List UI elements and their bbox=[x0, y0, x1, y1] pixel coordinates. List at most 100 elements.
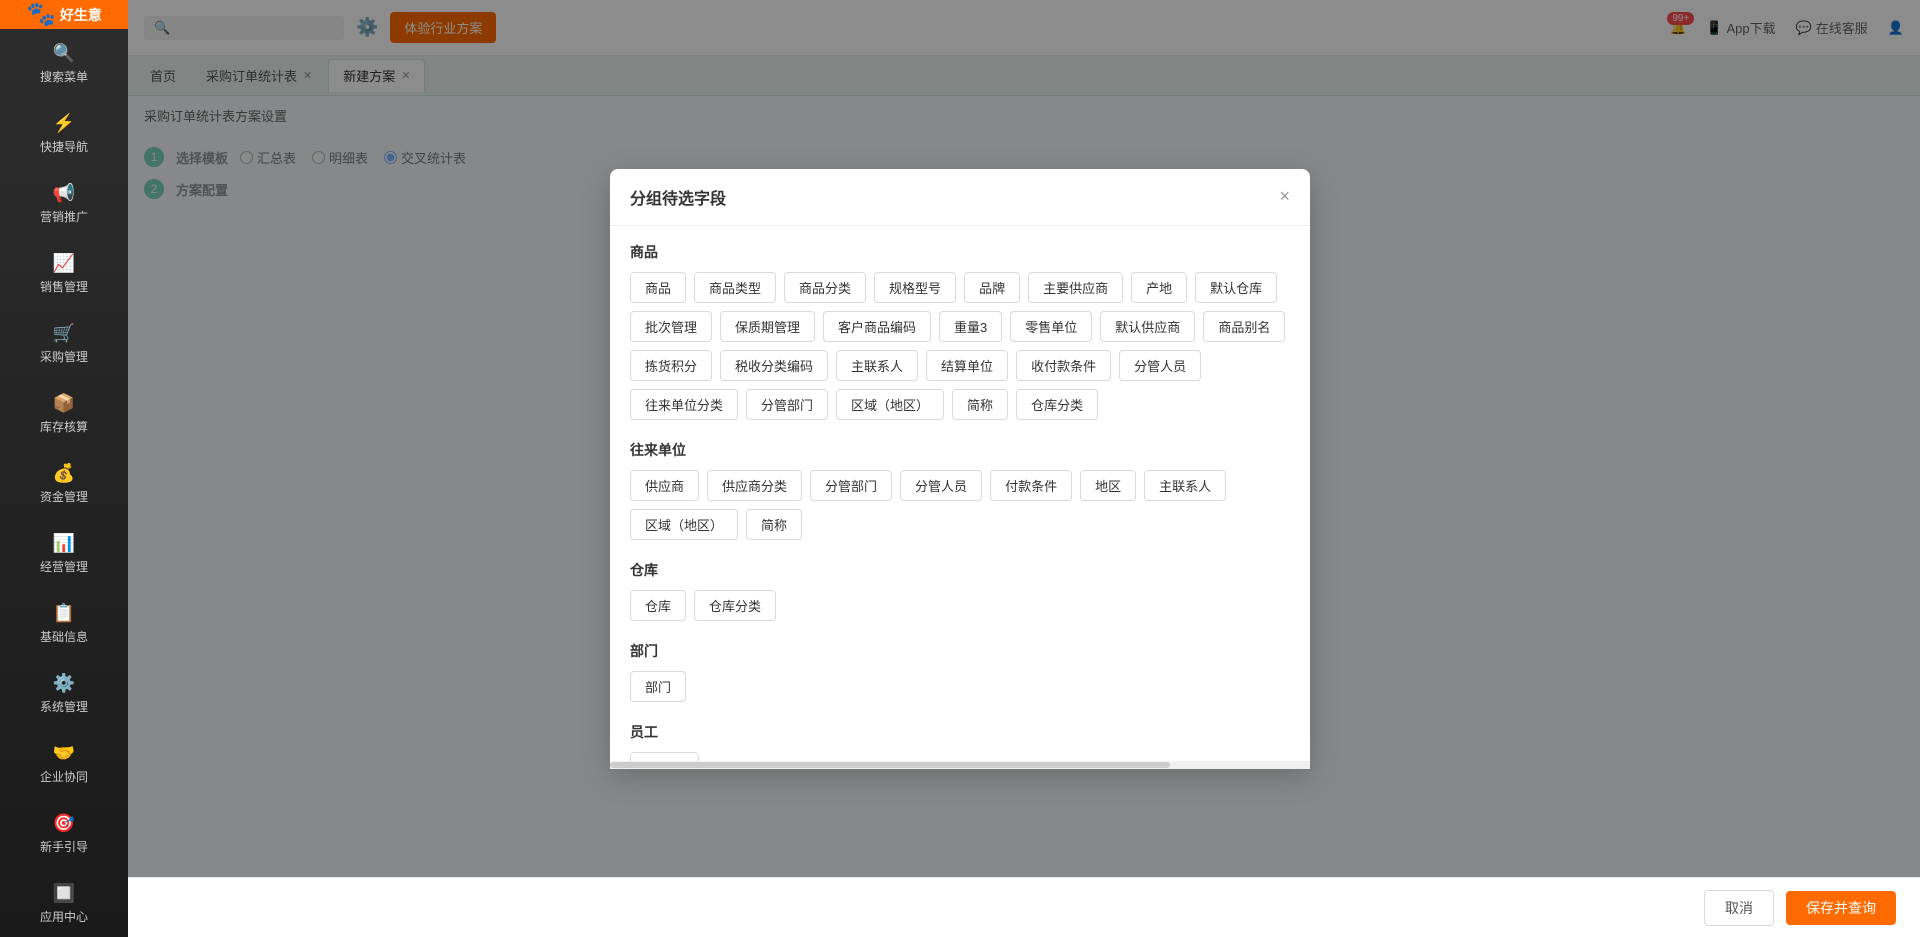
field-chip[interactable]: 仓库 bbox=[630, 590, 686, 621]
sidebar-item-basic[interactable]: 📋 基础信息 bbox=[40, 589, 88, 659]
sidebar-item-sales[interactable]: 📈 销售管理 bbox=[40, 239, 88, 309]
guide-icon: 🎯 bbox=[53, 813, 75, 834]
field-chip[interactable]: 商品别名 bbox=[1203, 311, 1285, 342]
field-chip[interactable]: 往来单位分类 bbox=[630, 389, 738, 420]
sidebar-item-label: 库存核算 bbox=[40, 418, 88, 435]
field-chip[interactable]: 简称 bbox=[952, 389, 1008, 420]
field-chip[interactable]: 重量3 bbox=[939, 311, 1002, 342]
field-chip[interactable]: 商品 bbox=[630, 272, 686, 303]
sidebar-item-enterprise[interactable]: 🤝企业协同 bbox=[40, 729, 88, 799]
section-chips-department: 部门 bbox=[630, 671, 1290, 702]
system-icon: ⚙️ bbox=[53, 673, 75, 694]
field-chip[interactable]: 拣货积分 bbox=[630, 350, 712, 381]
section-product: 商品商品商品类型商品分类规格型号品牌主要供应商产地默认仓库批次管理保质期管理客户… bbox=[630, 242, 1290, 420]
field-chip[interactable]: 区域（地区） bbox=[836, 389, 944, 420]
section-warehouse: 仓库仓库仓库分类 bbox=[630, 560, 1290, 621]
sidebar-item-operation[interactable]: 📊 经营管理 bbox=[40, 519, 88, 589]
field-chip[interactable]: 税收分类编码 bbox=[720, 350, 828, 381]
field-chip[interactable]: 地区 bbox=[1080, 470, 1136, 501]
field-chip[interactable]: 默认供应商 bbox=[1100, 311, 1195, 342]
field-chip[interactable]: 结算单位 bbox=[926, 350, 1008, 381]
field-chip[interactable]: 客户商品编码 bbox=[823, 311, 931, 342]
sidebar-item-label: 新手引导 bbox=[40, 838, 88, 855]
section-chips-employee: 业务员 bbox=[630, 752, 1290, 761]
dialog-body[interactable]: 商品商品商品类型商品分类规格型号品牌主要供应商产地默认仓库批次管理保质期管理客户… bbox=[610, 226, 1310, 761]
finance-icon: 💰 bbox=[53, 463, 75, 484]
sidebar-item-label: 销售管理 bbox=[40, 278, 88, 295]
section-title-employee: 员工 bbox=[630, 722, 1290, 742]
sidebar-item-label: 快捷导航 bbox=[40, 138, 88, 155]
field-chip[interactable]: 业务员 bbox=[630, 752, 699, 761]
field-chip[interactable]: 收付款条件 bbox=[1016, 350, 1111, 381]
field-chip[interactable]: 仓库分类 bbox=[1016, 389, 1098, 420]
field-chip[interactable]: 仓库分类 bbox=[694, 590, 776, 621]
field-chip[interactable]: 供应商分类 bbox=[707, 470, 802, 501]
purchase-icon: 🛒 bbox=[53, 323, 75, 344]
section-partner: 往来单位供应商供应商分类分管部门分管人员付款条件地区主联系人区域（地区）简称 bbox=[630, 440, 1290, 540]
sidebar-item-marketing[interactable]: 📢 营销推广 bbox=[40, 169, 88, 239]
field-chip[interactable]: 部门 bbox=[630, 671, 686, 702]
sidebar-item-guide[interactable]: 🎯 新手引导 bbox=[40, 799, 88, 869]
basic-icon: 📋 bbox=[53, 603, 75, 624]
sidebar-item-label: 资金管理 bbox=[40, 488, 88, 505]
section-chips-product: 商品商品类型商品分类规格型号品牌主要供应商产地默认仓库批次管理保质期管理客户商品… bbox=[630, 272, 1290, 420]
page-footer: 取消 保存并查询 bbox=[128, 877, 1920, 937]
quick-nav-icon: ⚡ bbox=[53, 113, 75, 134]
section-chips-warehouse: 仓库仓库分类 bbox=[630, 590, 1290, 621]
appcenter-icon: 🔲 bbox=[53, 883, 75, 904]
sidebar-item-label: 经营管理 bbox=[40, 558, 88, 575]
field-chip[interactable]: 分管人员 bbox=[1119, 350, 1201, 381]
sidebar-item-label: 搜索菜单 bbox=[40, 68, 88, 85]
field-chip[interactable]: 简称 bbox=[746, 509, 802, 540]
sidebar-item-label: 系统管理 bbox=[40, 698, 88, 715]
field-chip[interactable]: 默认仓库 bbox=[1195, 272, 1277, 303]
field-chip[interactable]: 付款条件 bbox=[990, 470, 1072, 501]
section-employee: 员工业务员 bbox=[630, 722, 1290, 761]
sidebar-item-label: 营销推广 bbox=[40, 208, 88, 225]
field-chip[interactable]: 零售单位 bbox=[1010, 311, 1092, 342]
field-chip[interactable]: 区域（地区） bbox=[630, 509, 738, 540]
section-chips-partner: 供应商供应商分类分管部门分管人员付款条件地区主联系人区域（地区） 简称 bbox=[630, 470, 1290, 540]
sidebar-item-inventory[interactable]: 📦 库存核算 bbox=[40, 379, 88, 449]
field-chip[interactable]: 规格型号 bbox=[874, 272, 956, 303]
field-chip[interactable]: 保质期管理 bbox=[720, 311, 815, 342]
field-chip[interactable]: 商品类型 bbox=[694, 272, 776, 303]
field-chip[interactable]: 主要供应商 bbox=[1028, 272, 1123, 303]
sidebar-item-purchase[interactable]: 🛒 采购管理 bbox=[40, 309, 88, 379]
sales-icon: 📈 bbox=[53, 253, 75, 274]
logo-text: 好生意 bbox=[60, 5, 102, 25]
field-chip[interactable]: 分管部门 bbox=[746, 389, 828, 420]
field-chip[interactable]: 产地 bbox=[1131, 272, 1187, 303]
sidebar-item-quick-nav[interactable]: ⚡ 快捷导航 bbox=[40, 99, 88, 169]
sidebar-item-search-menu[interactable]: 🔍搜索菜单 bbox=[40, 29, 88, 99]
horizontal-scrollbar[interactable] bbox=[610, 761, 1310, 769]
sidebar-item-label: 企业协同 bbox=[40, 768, 88, 785]
field-chip[interactable]: 批次管理 bbox=[630, 311, 712, 342]
sidebar-item-appcenter[interactable]: 🔲应用中心 bbox=[40, 869, 88, 937]
sidebar-item-label: 采购管理 bbox=[40, 348, 88, 365]
operation-icon: 📊 bbox=[53, 533, 75, 554]
sidebar-item-system[interactable]: ⚙️ 系统管理 bbox=[40, 659, 88, 729]
field-chip[interactable]: 品牌 bbox=[964, 272, 1020, 303]
dialog-title: 分组待选字段 bbox=[630, 185, 726, 209]
dialog-close-button[interactable]: × bbox=[1279, 186, 1290, 207]
field-chip[interactable]: 分管部门 bbox=[810, 470, 892, 501]
cancel-button[interactable]: 取消 bbox=[1704, 890, 1774, 926]
inventory-icon: 📦 bbox=[53, 393, 75, 414]
marketing-icon: 📢 bbox=[53, 183, 75, 204]
sidebar-item-finance[interactable]: 💰 资金管理 bbox=[40, 449, 88, 519]
field-chip[interactable]: 主联系人 bbox=[1144, 470, 1226, 501]
scrollbar-thumb bbox=[610, 762, 1170, 768]
field-chip[interactable]: 主联系人 bbox=[836, 350, 918, 381]
sidebar-item-label: 基础信息 bbox=[40, 628, 88, 645]
field-chip[interactable]: 供应商 bbox=[630, 470, 699, 501]
field-chip[interactable]: 商品分类 bbox=[784, 272, 866, 303]
sidebar: 🐾 好生意 🔍搜索菜单 ⚡ 快捷导航 📢 营销推广 📈 销售管理 🛒 采购管理 📦 库存核算 💰 资金管… bbox=[0, 0, 128, 937]
section-title-product: 商品 bbox=[630, 242, 1290, 262]
section-title-warehouse: 仓库 bbox=[630, 560, 1290, 580]
save-button[interactable]: 保存并查询 bbox=[1786, 891, 1896, 925]
dialog: 分组待选字段 × 商品商品商品类型商品分类规格型号品牌主要供应商产地默认仓库批次… bbox=[610, 169, 1310, 769]
logo-icon: 🐾 bbox=[26, 0, 56, 29]
field-chip[interactable]: 分管人员 bbox=[900, 470, 982, 501]
section-department: 部门部门 bbox=[630, 641, 1290, 702]
